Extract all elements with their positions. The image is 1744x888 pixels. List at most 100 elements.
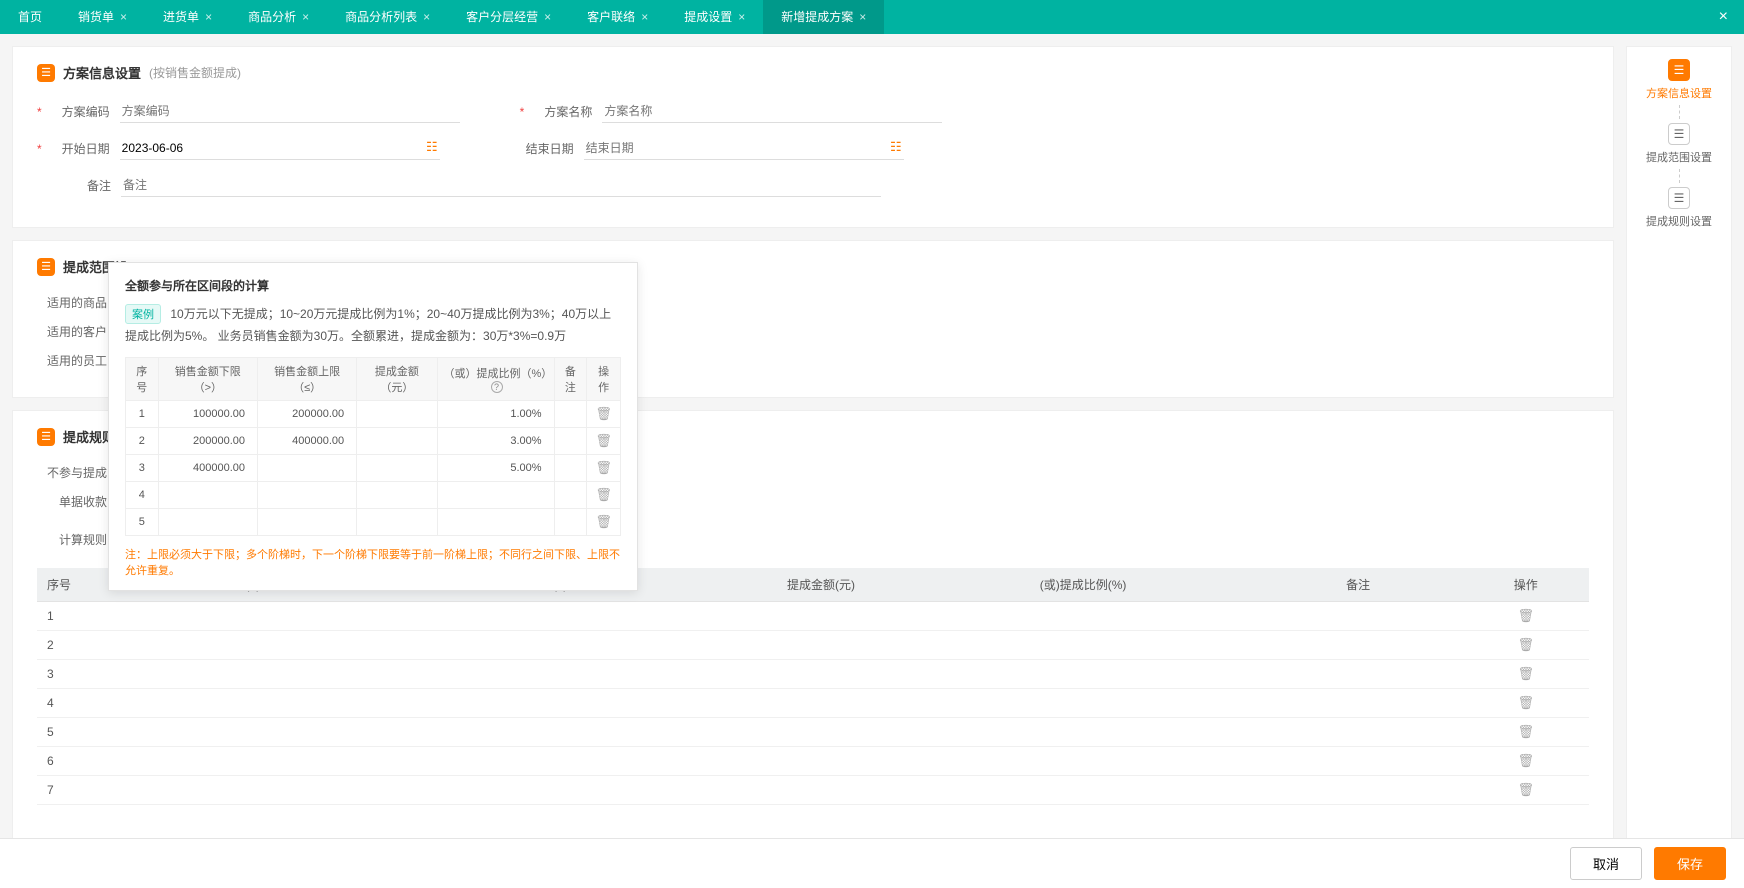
delete-icon[interactable]: 🗑 xyxy=(1518,608,1535,623)
example-row: 3400000.005.00%🗑 xyxy=(126,455,621,482)
tab-close-icon[interactable]: × xyxy=(738,0,745,34)
cancel-button[interactable]: 取消 xyxy=(1570,847,1642,880)
tab-close-icon[interactable]: × xyxy=(641,0,648,34)
delete-icon[interactable]: 🗑 xyxy=(1518,724,1535,739)
rule-cell[interactable] xyxy=(163,776,470,805)
rule-cell[interactable] xyxy=(163,747,470,776)
plan-name-input[interactable] xyxy=(602,100,942,123)
rule-cell[interactable] xyxy=(471,747,777,776)
right-step-nav: ☰方案信息设置 ☰提成范围设置 ☰提成规则设置 xyxy=(1626,46,1732,866)
rule-cell[interactable] xyxy=(1336,776,1462,805)
tab-close-icon[interactable]: × xyxy=(120,0,127,34)
tab-销货单[interactable]: 销货单× xyxy=(60,0,145,34)
footer-bar: 取消 保存 xyxy=(0,838,1744,888)
delete-icon[interactable]: 🗑 xyxy=(1518,753,1535,768)
tab-进货单[interactable]: 进货单× xyxy=(145,0,230,34)
rule-row[interactable]: 1🗑 xyxy=(37,602,1589,631)
rule-cell[interactable] xyxy=(777,689,1030,718)
rule-cell[interactable] xyxy=(777,776,1030,805)
rule-cell[interactable] xyxy=(163,602,470,631)
rule-cell[interactable] xyxy=(777,718,1030,747)
rule-cell[interactable] xyxy=(1336,660,1462,689)
delete-icon[interactable]: 🗑 xyxy=(595,433,612,448)
example-cell xyxy=(258,482,357,509)
step-0[interactable]: ☰方案信息设置 xyxy=(1646,59,1712,101)
delete-icon[interactable]: 🗑 xyxy=(595,460,612,475)
rule-cell[interactable] xyxy=(777,631,1030,660)
step-label: 提成规则设置 xyxy=(1646,213,1712,229)
rule-cell[interactable] xyxy=(471,718,777,747)
rule-row[interactable]: 7🗑 xyxy=(37,776,1589,805)
rule-cell[interactable] xyxy=(1030,660,1336,689)
delete-icon[interactable]: 🗑 xyxy=(595,487,612,502)
rule-cell[interactable] xyxy=(163,631,470,660)
rule-cell[interactable] xyxy=(1336,747,1462,776)
delete-icon[interactable]: 🗑 xyxy=(595,406,612,421)
rule-row[interactable]: 5🗑 xyxy=(37,718,1589,747)
tab-close-icon[interactable]: × xyxy=(423,0,430,34)
panel-title: 方案信息设置 xyxy=(63,63,141,82)
rule-row[interactable]: 4🗑 xyxy=(37,689,1589,718)
rule-cell[interactable] xyxy=(471,689,777,718)
start-date-input[interactable] xyxy=(120,137,440,160)
rule-cell[interactable] xyxy=(1030,602,1336,631)
example-table: 序号销售金额下限（>）销售金额上限（≤）提成金额（元）（或）提成比例（%）?备注… xyxy=(125,357,621,536)
tab-新增提成方案[interactable]: 新增提成方案× xyxy=(763,0,884,34)
rule-cell[interactable] xyxy=(163,718,470,747)
rule-row[interactable]: 6🗑 xyxy=(37,747,1589,776)
calendar-icon[interactable]: ☷ xyxy=(426,139,438,155)
delete-icon[interactable]: 🗑 xyxy=(1518,637,1535,652)
rule-cell[interactable] xyxy=(471,776,777,805)
rule-cell[interactable] xyxy=(1030,718,1336,747)
rule-cell[interactable] xyxy=(163,689,470,718)
rule-cell[interactable] xyxy=(1030,689,1336,718)
calendar-icon[interactable]: ☷ xyxy=(890,139,902,155)
save-button[interactable]: 保存 xyxy=(1654,847,1726,880)
example-th: 操作 xyxy=(587,358,621,401)
help-icon[interactable]: ? xyxy=(491,381,503,393)
remark-input[interactable] xyxy=(121,174,881,197)
example-cell xyxy=(258,509,357,536)
step-connector xyxy=(1679,105,1680,119)
rule-row[interactable]: 2🗑 xyxy=(37,631,1589,660)
tab-close-icon[interactable]: × xyxy=(859,0,866,34)
rule-cell[interactable] xyxy=(777,602,1030,631)
delete-icon[interactable]: 🗑 xyxy=(1518,782,1535,797)
delete-icon[interactable]: 🗑 xyxy=(1518,695,1535,710)
delete-icon[interactable]: 🗑 xyxy=(595,514,612,529)
rule-cell[interactable] xyxy=(471,602,777,631)
rule-cell[interactable] xyxy=(1030,776,1336,805)
tab-客户分层经营[interactable]: 客户分层经营× xyxy=(448,0,569,34)
plan-code-input[interactable] xyxy=(120,100,460,123)
rule-cell[interactable] xyxy=(777,747,1030,776)
example-popover: 全额参与所在区间段的计算 案例 10万元以下无提成；10~20万元提成比例为1%… xyxy=(108,262,638,591)
rule-cell[interactable] xyxy=(1336,718,1462,747)
tab-客户联络[interactable]: 客户联络× xyxy=(569,0,666,34)
calc-rule-label: 计算规则 xyxy=(37,531,107,548)
tab-close-icon[interactable]: × xyxy=(205,0,212,34)
example-th: 销售金额上限（≤） xyxy=(258,358,357,401)
rule-cell[interactable] xyxy=(471,660,777,689)
rule-cell[interactable] xyxy=(777,660,1030,689)
rule-cell[interactable] xyxy=(163,660,470,689)
rule-cell[interactable] xyxy=(1336,602,1462,631)
end-date-input[interactable] xyxy=(584,137,904,160)
tab-商品分析[interactable]: 商品分析× xyxy=(230,0,327,34)
tab-提成设置[interactable]: 提成设置× xyxy=(666,0,763,34)
tab-首页[interactable]: 首页 xyxy=(0,0,60,34)
case-badge: 案例 xyxy=(125,304,161,324)
step-2[interactable]: ☰提成规则设置 xyxy=(1646,187,1712,229)
rule-cell[interactable] xyxy=(1336,689,1462,718)
rule-cell[interactable] xyxy=(1336,631,1462,660)
rule-row[interactable]: 3🗑 xyxy=(37,660,1589,689)
delete-icon[interactable]: 🗑 xyxy=(1518,666,1535,681)
tab-close-icon[interactable]: × xyxy=(302,0,309,34)
rule-cell[interactable] xyxy=(1030,747,1336,776)
example-op-cell: 🗑 xyxy=(587,401,621,428)
step-1[interactable]: ☰提成范围设置 xyxy=(1646,123,1712,165)
close-all-tabs-icon[interactable]: × xyxy=(1713,0,1734,34)
tab-close-icon[interactable]: × xyxy=(544,0,551,34)
rule-cell[interactable] xyxy=(1030,631,1336,660)
rule-cell[interactable] xyxy=(471,631,777,660)
tab-商品分析列表[interactable]: 商品分析列表× xyxy=(327,0,448,34)
